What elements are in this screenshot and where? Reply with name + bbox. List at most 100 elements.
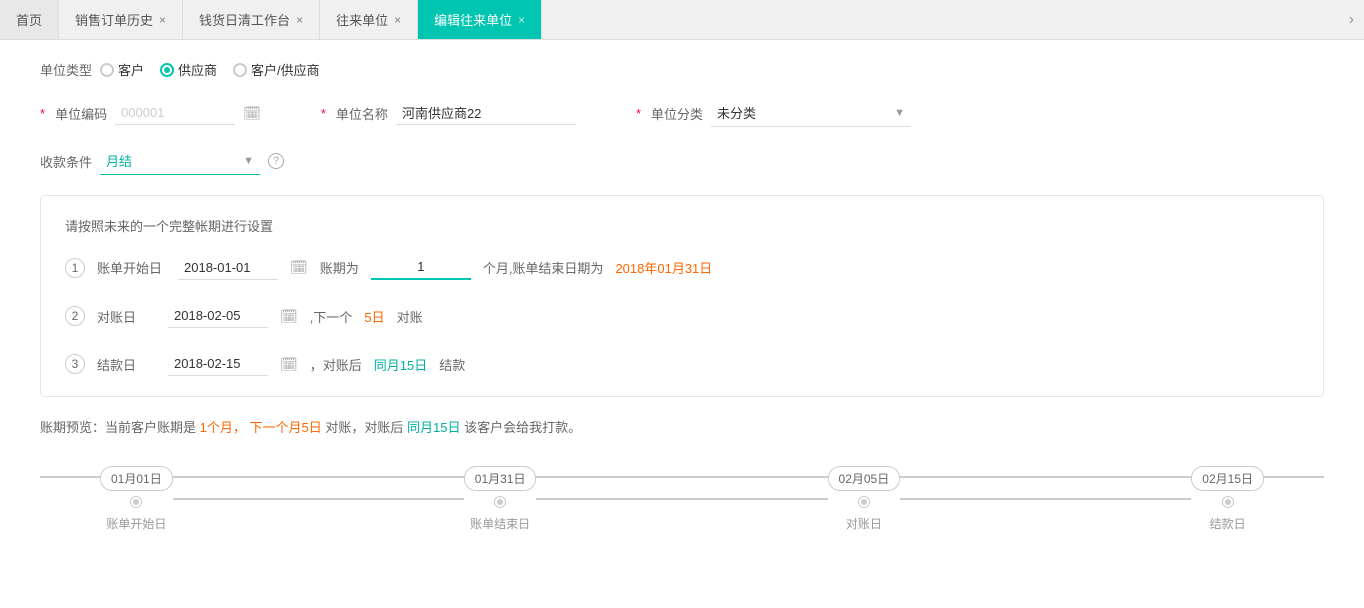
timeline-seg-2 <box>536 498 827 500</box>
tab-cash-work-close[interactable]: × <box>296 13 303 27</box>
category-field: * 单位分类 未分类 ▼ <box>636 99 911 127</box>
period-end-date-highlight: 2018年01月31日 <box>615 258 712 277</box>
timeline-label-2: 账单结束日 <box>470 515 530 532</box>
period-text-2b: 对账 <box>397 307 423 326</box>
period-months-input[interactable] <box>371 255 471 280</box>
period-row-1: 1 账单开始日 🗓 账期为 个月,账单结束日期为 2018年01月31日 <box>65 255 1299 280</box>
period-num-3: 3 <box>65 354 85 374</box>
unit-type-label: 单位类型 <box>40 60 92 79</box>
preview-part4: 同月15日 <box>407 420 460 435</box>
timeline-point-3: 02月05日 对账日 <box>828 466 901 532</box>
category-label: 单位分类 <box>651 104 703 123</box>
period-calendar-3[interactable]: 🗓 <box>280 356 298 373</box>
unit-type-radio-group: 客户 供应商 客户/供应商 <box>100 60 320 79</box>
tab-more-arrow[interactable]: › <box>1339 0 1364 39</box>
period-settings-box: 请按照未来的一个完整帐期进行设置 1 账单开始日 🗓 账期为 个月,账单结束日期… <box>40 195 1324 397</box>
payment-field: 收款条件 月结 ▼ ? <box>40 147 284 175</box>
tab-bar: 首页 销售订单历史 × 钱货日清工作台 × 往来单位 × 编辑往来单位 × › <box>0 0 1364 40</box>
code-input[interactable] <box>115 101 235 125</box>
tab-edit-partner-close[interactable]: × <box>518 13 525 27</box>
timeline-point-2: 01月31日 账单结束日 <box>464 466 537 532</box>
radio-supplier-circle <box>160 63 174 77</box>
timeline-container: 01月01日 账单开始日 01月31日 账单结束日 02月05日 对账日 02月… <box>100 456 1264 532</box>
timeline-dot-3 <box>859 497 869 507</box>
tab-sales-history-close[interactable]: × <box>159 13 166 27</box>
timeline-date-1: 01月01日 <box>100 466 173 491</box>
period-num-2: 2 <box>65 306 85 326</box>
unit-type-row: 单位类型 客户 供应商 客户/供应商 <box>40 60 1324 79</box>
period-label-2: 对账日 <box>97 307 152 326</box>
period-text-1b: 个月,账单结束日期为 <box>483 258 604 277</box>
category-select[interactable]: 未分类 ▼ <box>711 99 911 127</box>
period-text-2a: ,下一个 <box>310 307 353 326</box>
period-calendar-1[interactable]: 🗓 <box>290 259 308 276</box>
timeline-dot-4 <box>1223 497 1233 507</box>
period-label-1: 账单开始日 <box>97 258 162 277</box>
tab-sales-history[interactable]: 销售订单历史 × <box>59 0 183 39</box>
period-calendar-2[interactable]: 🗓 <box>280 308 298 325</box>
timeline-dot-2 <box>495 497 505 507</box>
category-required: * <box>636 106 641 121</box>
unit-type-field: 单位类型 客户 供应商 客户/供应商 <box>40 60 320 79</box>
radio-customer[interactable]: 客户 <box>100 60 144 79</box>
period-row-2: 2 对账日 🗓 ,下一个 5日 对账 <box>65 304 1299 328</box>
period-label-3: 结款日 <box>97 355 152 374</box>
timeline-label-3: 对账日 <box>846 515 882 532</box>
tab-partner-close[interactable]: × <box>394 13 401 27</box>
preview-section: 账期预览：当前客户账期是 1个月， 下一个月5日 对账，对账后 同月15日 该客… <box>40 417 1324 436</box>
payment-select[interactable]: 月结 ▼ <box>100 147 260 175</box>
code-field: * 单位编码 🗓 <box>40 101 261 125</box>
timeline-seg-1 <box>173 498 464 500</box>
payment-help-icon[interactable]: ? <box>268 153 284 169</box>
preview-part2: 下一个月5日 <box>250 420 322 435</box>
payment-row: 收款条件 月结 ▼ ? <box>40 147 1324 175</box>
basic-info-row: * 单位编码 🗓 * 单位名称 * 单位分类 未分类 ▼ <box>40 99 1324 127</box>
main-content: 单位类型 客户 供应商 客户/供应商 * 单位编码 <box>0 40 1364 608</box>
name-required: * <box>321 106 326 121</box>
period-box-title: 请按照未来的一个完整帐期进行设置 <box>65 216 1299 235</box>
code-required: * <box>40 106 45 121</box>
preview-label: 账期预览：当前客户账期是 <box>40 420 196 435</box>
payment-label: 收款条件 <box>40 152 92 171</box>
period-date-input-1[interactable] <box>178 256 278 280</box>
preview-part5: 该客户会给我打款。 <box>464 420 581 435</box>
timeline-label-1: 账单开始日 <box>106 515 166 532</box>
period-date-input-2[interactable] <box>168 304 268 328</box>
category-select-value: 未分类 <box>717 103 890 122</box>
radio-supplier[interactable]: 供应商 <box>160 60 217 79</box>
code-label: 单位编码 <box>55 104 107 123</box>
tab-partner[interactable]: 往来单位 × <box>320 0 418 39</box>
radio-customer-circle <box>100 63 114 77</box>
period-text-1a: 账期为 <box>320 258 359 277</box>
period-num-1: 1 <box>65 258 85 278</box>
period-date-input-3[interactable] <box>168 352 268 376</box>
timeline-seg-3 <box>900 498 1191 500</box>
radio-both[interactable]: 客户/供应商 <box>233 60 320 79</box>
period-payment-highlight: 同月15日 <box>374 355 427 374</box>
name-field: * 单位名称 <box>321 101 576 125</box>
preview-part3: 对账，对账后 <box>325 420 403 435</box>
payment-dropdown-icon: ▼ <box>243 155 254 167</box>
timeline-point-1: 01月01日 账单开始日 <box>100 466 173 532</box>
code-calendar-icon[interactable]: 🗓 <box>243 105 261 122</box>
category-dropdown-icon: ▼ <box>894 107 905 119</box>
timeline-label-4: 结款日 <box>1210 515 1246 532</box>
period-reconcile-highlight: 5日 <box>364 307 384 326</box>
timeline-date-2: 01月31日 <box>464 466 537 491</box>
period-text-3b: 结款 <box>439 355 465 374</box>
tab-cash-work[interactable]: 钱货日清工作台 × <box>183 0 320 39</box>
timeline-date-4: 02月15日 <box>1191 466 1264 491</box>
timeline-point-4: 02月15日 结款日 <box>1191 466 1264 532</box>
payment-select-value: 月结 <box>106 151 239 170</box>
name-label: 单位名称 <box>336 104 388 123</box>
timeline-section: 01月01日 账单开始日 01月31日 账单结束日 02月05日 对账日 02月… <box>40 456 1324 532</box>
tab-edit-partner[interactable]: 编辑往来单位 × <box>418 0 542 39</box>
radio-both-circle <box>233 63 247 77</box>
timeline-dot-1 <box>131 497 141 507</box>
tab-home[interactable]: 首页 <box>0 0 59 39</box>
period-row-3: 3 结款日 🗓 ，对账后 同月15日 结款 <box>65 352 1299 376</box>
name-input[interactable] <box>396 101 576 125</box>
preview-part1: 1个月， <box>200 420 246 435</box>
timeline-date-3: 02月05日 <box>828 466 901 491</box>
period-text-3a: ，对账后 <box>310 355 362 374</box>
